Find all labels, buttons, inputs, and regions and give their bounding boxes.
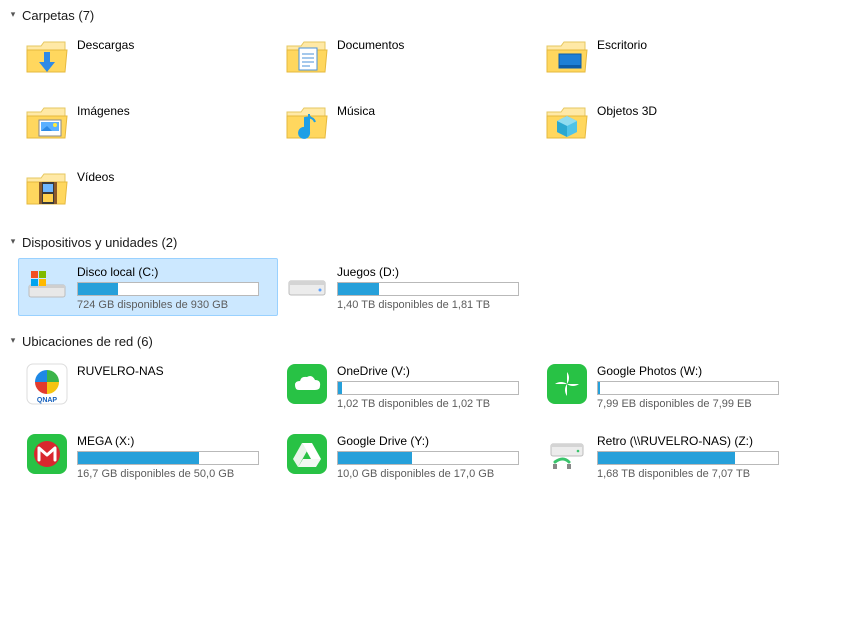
drive-label: Disco local (C:): [77, 265, 273, 279]
music-folder-icon: [283, 102, 331, 146]
google-photos-icon: [543, 362, 591, 406]
pictures-folder-icon: [23, 102, 71, 146]
videos-folder-icon: [23, 168, 71, 212]
storage-text: 7,99 EB disponibles de 7,99 EB: [597, 398, 793, 410]
section-header-network[interactable]: ▾ Ubicaciones de red (6): [8, 330, 843, 353]
storage-fill: [598, 452, 735, 464]
drive-local-c[interactable]: Disco local (C:) 724 GB disponibles de 9…: [18, 258, 278, 316]
chevron-down-icon: ▾: [8, 9, 18, 20]
network-label: Google Drive (Y:): [337, 434, 533, 448]
qnap-nas-icon: QNAP: [23, 362, 71, 406]
section-title: Carpetas (7): [22, 8, 94, 23]
storage-fill: [338, 452, 412, 464]
folder-label: Objetos 3D: [597, 104, 793, 118]
network-label: Google Photos (W:): [597, 364, 793, 378]
folder-label: Descargas: [77, 38, 273, 52]
network-google-photos-w[interactable]: Google Photos (W:) 7,99 EB disponibles d…: [538, 357, 798, 415]
folder-label: Escritorio: [597, 38, 793, 52]
folders-grid: Descargas Documentos Escr: [8, 27, 843, 231]
network-retro-z[interactable]: Retro (\\RUVELRO-NAS) (Z:) 1,68 TB dispo…: [538, 427, 798, 485]
folder-downloads[interactable]: Descargas: [18, 31, 278, 85]
3d-objects-folder-icon: [543, 102, 591, 146]
network-label: OneDrive (V:): [337, 364, 533, 378]
drive-juegos-d[interactable]: Juegos (D:) 1,40 TB disponibles de 1,81 …: [278, 258, 538, 316]
storage-bar: [337, 381, 519, 395]
storage-bar: [77, 282, 259, 296]
storage-bar: [597, 381, 779, 395]
svg-text:QNAP: QNAP: [37, 397, 58, 404]
network-grid: QNAP RUVELRO-NAS OneDrive (V:) 1,02 TB d…: [8, 353, 843, 499]
storage-text: 16,7 GB disponibles de 50,0 GB: [77, 468, 273, 480]
section-title: Ubicaciones de red (6): [22, 334, 153, 349]
network-mega-x[interactable]: MEGA (X:) 16,7 GB disponibles de 50,0 GB: [18, 427, 278, 485]
storage-fill: [338, 382, 342, 394]
storage-text: 1,02 TB disponibles de 1,02 TB: [337, 398, 533, 410]
storage-bar: [337, 282, 519, 296]
desktop-folder-icon: [543, 36, 591, 80]
folder-videos[interactable]: Vídeos: [18, 163, 278, 217]
network-google-drive-y[interactable]: Google Drive (Y:) 10,0 GB disponibles de…: [278, 427, 538, 485]
onedrive-icon: [283, 362, 331, 406]
system-drive-icon: [23, 263, 71, 307]
storage-text: 1,40 TB disponibles de 1,81 TB: [337, 299, 533, 311]
storage-fill: [78, 452, 199, 464]
folder-desktop[interactable]: Escritorio: [538, 31, 798, 85]
hard-drive-icon: [283, 263, 331, 307]
devices-grid: Disco local (C:) 724 GB disponibles de 9…: [8, 254, 843, 330]
documents-folder-icon: [283, 36, 331, 80]
section-title: Dispositivos y unidades (2): [22, 235, 177, 250]
storage-bar: [597, 451, 779, 465]
network-ruvelro-nas[interactable]: QNAP RUVELRO-NAS: [18, 357, 278, 415]
folder-label: Documentos: [337, 38, 533, 52]
folder-label: Vídeos: [77, 170, 273, 184]
folder-label: Imágenes: [77, 104, 273, 118]
network-label: Retro (\\RUVELRO-NAS) (Z:): [597, 434, 793, 448]
chevron-down-icon: ▾: [8, 335, 18, 346]
folder-3d-objects[interactable]: Objetos 3D: [538, 97, 798, 151]
network-onedrive-v[interactable]: OneDrive (V:) 1,02 TB disponibles de 1,0…: [278, 357, 538, 415]
storage-text: 724 GB disponibles de 930 GB: [77, 299, 273, 311]
storage-text: 10,0 GB disponibles de 17,0 GB: [337, 468, 533, 480]
folder-pictures[interactable]: Imágenes: [18, 97, 278, 151]
network-drive-icon: [543, 432, 591, 476]
chevron-down-icon: ▾: [8, 236, 18, 247]
storage-fill: [598, 382, 600, 394]
folder-documents[interactable]: Documentos: [278, 31, 538, 85]
storage-text: 1,68 TB disponibles de 7,07 TB: [597, 468, 793, 480]
downloads-folder-icon: [23, 36, 71, 80]
storage-fill: [338, 283, 379, 295]
section-header-devices[interactable]: ▾ Dispositivos y unidades (2): [8, 231, 843, 254]
network-label: MEGA (X:): [77, 434, 273, 448]
mega-icon: [23, 432, 71, 476]
folder-music[interactable]: Música: [278, 97, 538, 151]
storage-bar: [337, 451, 519, 465]
folder-label: Música: [337, 104, 533, 118]
google-drive-icon: [283, 432, 331, 476]
network-label: RUVELRO-NAS: [77, 364, 273, 378]
storage-fill: [78, 283, 118, 295]
section-header-folders[interactable]: ▾ Carpetas (7): [8, 4, 843, 27]
drive-label: Juegos (D:): [337, 265, 533, 279]
storage-bar: [77, 451, 259, 465]
